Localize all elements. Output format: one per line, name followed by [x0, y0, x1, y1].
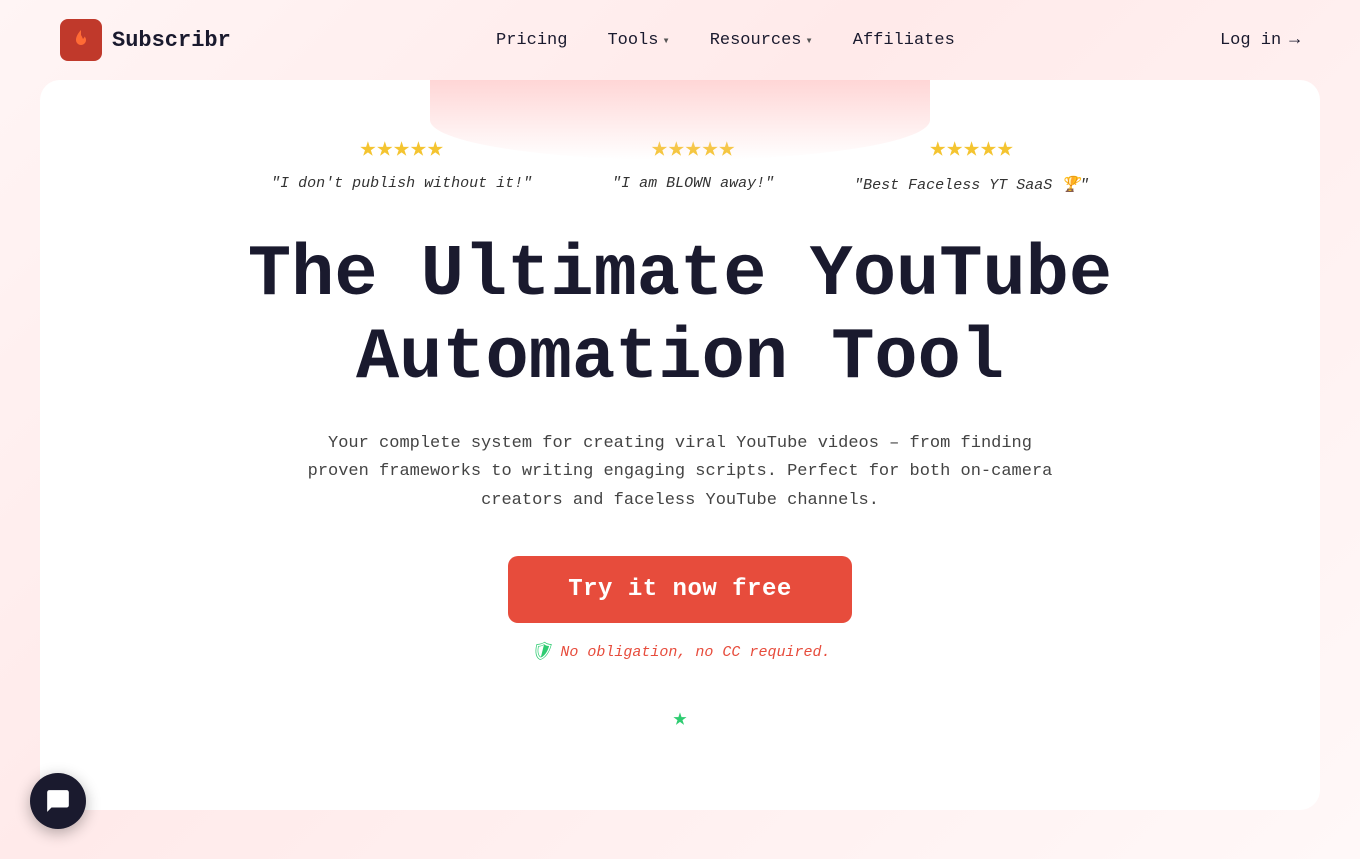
login-link[interactable]: Log in → [1220, 30, 1300, 50]
trust-star-icon: ★ [673, 703, 687, 733]
star-quote-2: "I am BLOWN away!" [612, 175, 774, 192]
pricing-link[interactable]: Pricing [496, 31, 567, 50]
chat-bubble-button[interactable] [30, 773, 86, 829]
hero-description: Your complete system for creating viral … [300, 430, 1060, 517]
nav-item-pricing[interactable]: Pricing [496, 31, 567, 50]
affiliates-link[interactable]: Affiliates [853, 31, 955, 50]
shield-check-icon: 🛡 [530, 641, 553, 663]
logo-text: Subscribr [112, 28, 231, 53]
main-nav: Subscribr Pricing Tools ▾ Resources ▾ Af… [0, 0, 1360, 80]
cta-container: Try it now free 🛡 No obligation, no CC r… [100, 556, 1260, 663]
tools-dropdown[interactable]: Tools ▾ [607, 31, 669, 50]
hero-card: ★★★★★ "I don't publish without it!" ★★★★… [40, 80, 1320, 810]
stars-1: ★★★★★ [359, 130, 443, 165]
cta-button[interactable]: Try it now free [508, 556, 852, 623]
star-quote-1: "I don't publish without it!" [271, 175, 532, 192]
flame-icon [69, 28, 93, 52]
logo-icon [60, 19, 102, 61]
nav-links: Pricing Tools ▾ Resources ▾ Affiliates [496, 31, 955, 50]
star-group-2: ★★★★★ "I am BLOWN away!" [612, 130, 774, 194]
login-arrow-icon: → [1289, 30, 1300, 50]
stars-2: ★★★★★ [651, 130, 735, 165]
nav-item-resources[interactable]: Resources ▾ [710, 31, 813, 50]
heading-line2: Automation Tool [356, 317, 1004, 400]
bottom-trust: ★ [100, 703, 1260, 733]
chat-icon [45, 788, 71, 814]
heading-line1: The Ultimate YouTube [248, 234, 1112, 316]
star-group-1: ★★★★★ "I don't publish without it!" [271, 130, 532, 194]
no-cc-note: 🛡 No obligation, no CC required. [530, 641, 831, 663]
logo[interactable]: Subscribr [60, 19, 231, 61]
star-group-3: ★★★★★ "Best Faceless YT SaaS 🏆" [854, 130, 1089, 194]
star-quote-3: "Best Faceless YT SaaS 🏆" [854, 175, 1089, 194]
stars-row: ★★★★★ "I don't publish without it!" ★★★★… [100, 130, 1260, 194]
resources-chevron-icon: ▾ [806, 33, 813, 48]
tools-chevron-icon: ▾ [662, 33, 669, 48]
nav-item-affiliates[interactable]: Affiliates [853, 31, 955, 50]
resources-dropdown[interactable]: Resources ▾ [710, 31, 813, 50]
hero-heading: The Ultimate YouTube Automation Tool [100, 234, 1260, 400]
nav-item-tools[interactable]: Tools ▾ [607, 31, 669, 50]
stars-3: ★★★★★ [929, 130, 1013, 165]
